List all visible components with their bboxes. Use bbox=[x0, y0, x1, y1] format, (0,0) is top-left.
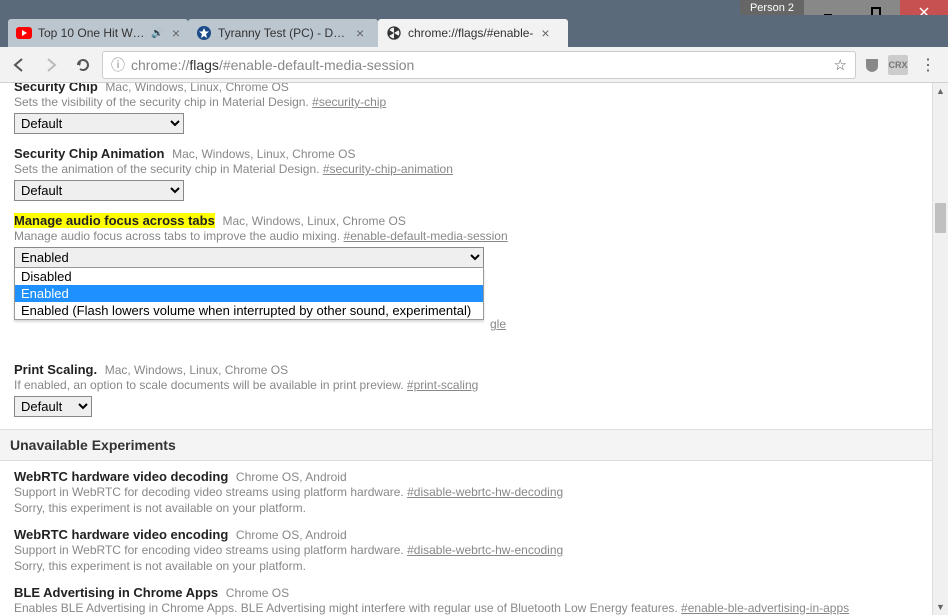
flag-platforms: Chrome OS, Android bbox=[236, 528, 347, 542]
dropdown-option-enabled-flash[interactable]: Enabled (Flash lowers volume when interr… bbox=[15, 302, 483, 319]
dropdown-listbox[interactable]: Disabled Enabled Enabled (Flash lowers v… bbox=[14, 267, 484, 320]
flag-title: Manage audio focus across tabs bbox=[14, 213, 215, 228]
flag-title: Security Chip Animation bbox=[14, 146, 164, 161]
flag-platforms: Mac, Windows, Linux, Chrome OS bbox=[172, 147, 355, 161]
flag-security-chip-animation: Security Chip Animation Mac, Windows, Li… bbox=[14, 146, 934, 201]
flag-ble-advertising: BLE Advertising in Chrome Apps Chrome OS… bbox=[14, 585, 934, 615]
flag-select-audio-focus[interactable]: Enabled bbox=[14, 247, 484, 268]
scrollbar-thumb[interactable] bbox=[935, 203, 946, 233]
menu-button[interactable]: ⋮ bbox=[914, 55, 942, 75]
flag-description: If enabled, an option to scale documents… bbox=[14, 378, 934, 392]
omnibox[interactable]: ⓘ chrome://flags/#enable-default-media-s… bbox=[102, 51, 856, 79]
flag-print-scaling: Print Scaling. Mac, Windows, Linux, Chro… bbox=[14, 362, 934, 417]
crx-icon[interactable]: CRX bbox=[888, 55, 908, 75]
flag-sorry: Sorry, this experiment is not available … bbox=[14, 501, 934, 515]
flag-title: WebRTC hardware video decoding bbox=[14, 469, 228, 484]
flag-hash-link[interactable]: #disable-webrtc-hw-decoding bbox=[407, 485, 563, 499]
audio-icon[interactable]: 🔊 bbox=[151, 28, 163, 39]
flag-select-security-chip-animation[interactable]: Default bbox=[14, 180, 184, 201]
tab-close-icon[interactable]: × bbox=[541, 25, 549, 41]
tab-label: Tyranny Test (PC) - Das E bbox=[218, 26, 348, 40]
dropdown-option-disabled[interactable]: Disabled bbox=[15, 268, 483, 285]
flag-title: WebRTC hardware video encoding bbox=[14, 527, 228, 542]
flag-hash-link[interactable]: #disable-webrtc-hw-encoding bbox=[407, 543, 563, 557]
gamestar-icon bbox=[196, 25, 212, 41]
chrome-flags-icon bbox=[386, 25, 402, 41]
flag-platforms: Chrome OS, Android bbox=[236, 470, 347, 484]
tab-2[interactable]: chrome://flags/#enable- × bbox=[378, 19, 568, 47]
tab-strip: Top 10 One Hit Wond 🔊 × Tyranny Test (PC… bbox=[0, 15, 948, 47]
flag-hash-link[interactable]: #print-scaling bbox=[407, 378, 478, 392]
flag-title: Security Chip bbox=[14, 83, 98, 94]
flag-description: Sets the visibility of the security chip… bbox=[14, 95, 934, 109]
flag-title: BLE Advertising in Chrome Apps bbox=[14, 585, 218, 600]
flag-hash-link[interactable]: gle bbox=[490, 317, 506, 331]
flag-platforms: Mac, Windows, Linux, Chrome OS bbox=[105, 83, 288, 94]
flag-platforms: Mac, Windows, Linux, Chrome OS bbox=[105, 363, 288, 377]
flag-webrtc-hw-encoding: WebRTC hardware video encoding Chrome OS… bbox=[14, 527, 934, 573]
flag-select-security-chip[interactable]: Default bbox=[14, 113, 184, 134]
flag-hash-link[interactable]: #enable-ble-advertising-in-apps bbox=[681, 601, 849, 615]
tab-1[interactable]: Tyranny Test (PC) - Das E × bbox=[188, 19, 378, 47]
flag-obscured: gle . bbox=[14, 316, 934, 356]
profile-badge[interactable]: Person 2 bbox=[740, 0, 804, 16]
tab-close-icon[interactable]: × bbox=[172, 25, 180, 41]
ublock-icon[interactable] bbox=[862, 55, 882, 75]
flag-security-chip: Security Chip Mac, Windows, Linux, Chrom… bbox=[14, 83, 934, 134]
flag-webrtc-hw-decoding: WebRTC hardware video decoding Chrome OS… bbox=[14, 469, 934, 515]
flag-description: Support in WebRTC for decoding video str… bbox=[14, 485, 934, 499]
flag-sorry: Sorry, this experiment is not available … bbox=[14, 559, 934, 573]
scroll-up-arrow[interactable]: ▲ bbox=[933, 83, 948, 99]
unavailable-header: Unavailable Experiments bbox=[0, 429, 948, 461]
flag-platforms: Mac, Windows, Linux, Chrome OS bbox=[222, 214, 405, 228]
scroll-down-arrow[interactable]: ▼ bbox=[933, 599, 948, 615]
url-text: chrome://flags/#enable-default-media-ses… bbox=[131, 57, 828, 73]
flag-description: Sets the animation of the security chip … bbox=[14, 162, 934, 176]
toolbar: ⓘ chrome://flags/#enable-default-media-s… bbox=[0, 47, 948, 83]
info-icon[interactable]: ⓘ bbox=[111, 55, 125, 75]
flag-hash-link[interactable]: #enable-default-media-session bbox=[344, 229, 508, 243]
back-button[interactable] bbox=[6, 52, 32, 78]
flag-manage-audio-focus: Manage audio focus across tabs Mac, Wind… bbox=[14, 213, 934, 268]
tab-close-icon[interactable]: × bbox=[356, 25, 364, 41]
dropdown-option-enabled[interactable]: Enabled bbox=[15, 285, 483, 302]
tab-0[interactable]: Top 10 One Hit Wond 🔊 × bbox=[8, 19, 188, 47]
flag-select-print-scaling[interactable]: Default bbox=[14, 396, 92, 417]
flag-platforms: Chrome OS bbox=[226, 586, 289, 600]
flag-title: Print Scaling. bbox=[14, 362, 97, 377]
reload-button[interactable] bbox=[70, 52, 96, 78]
flag-hash-link[interactable]: #security-chip-animation bbox=[323, 162, 453, 176]
content-area: Security Chip Mac, Windows, Linux, Chrom… bbox=[0, 83, 948, 615]
youtube-icon bbox=[16, 25, 32, 41]
flag-description: Support in WebRTC for encoding video str… bbox=[14, 543, 934, 557]
tab-label: chrome://flags/#enable- bbox=[408, 26, 533, 40]
forward-button[interactable] bbox=[38, 52, 64, 78]
flag-description: Enables BLE Advertising in Chrome Apps. … bbox=[14, 601, 934, 615]
tab-label: Top 10 One Hit Wond bbox=[38, 26, 147, 40]
vertical-scrollbar[interactable]: ▲ ▼ bbox=[932, 83, 948, 615]
flag-description: Manage audio focus across tabs to improv… bbox=[14, 229, 934, 243]
flag-hash-link[interactable]: #security-chip bbox=[312, 95, 386, 109]
bookmark-star-icon[interactable]: ☆ bbox=[834, 56, 847, 74]
